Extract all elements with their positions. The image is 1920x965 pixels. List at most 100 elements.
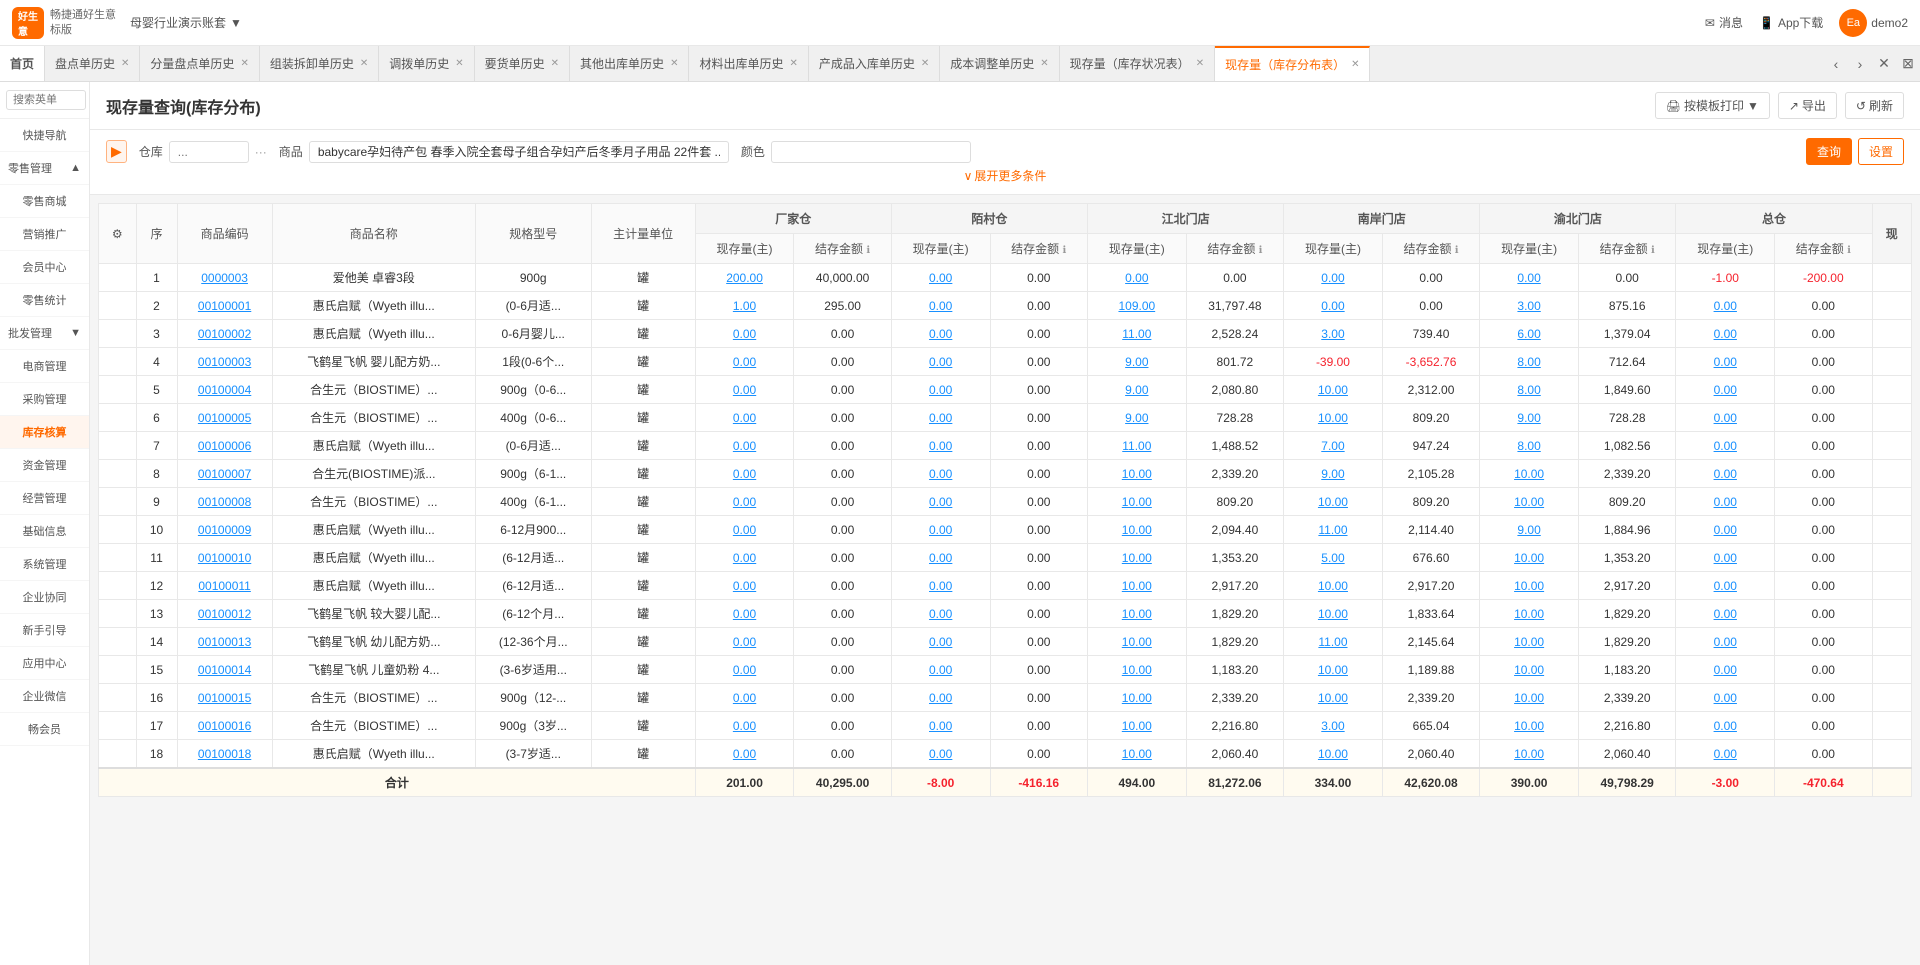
sidebar-item-lingshoushangheng[interactable]: 零售商城 <box>0 185 89 218</box>
sidebar-item-changhuiyuan[interactable]: 畅会员 <box>0 713 89 746</box>
table-row: 1500100014飞鹤星飞帆 儿童奶粉 4...(3-6岁适用...罐0.00… <box>99 656 1912 684</box>
tab-clsingle-close[interactable]: ✕ <box>789 58 797 69</box>
tab-cpsingle-close[interactable]: ✕ <box>921 58 929 69</box>
sidebar-item-caigou[interactable]: 采购管理 <box>0 383 89 416</box>
tab-cbsingle[interactable]: 成本调整单历史 ✕ <box>940 46 1059 82</box>
th-spec: 规格型号 <box>475 204 591 264</box>
logo-icon: 好生意 <box>12 7 44 39</box>
table-container[interactable]: ⚙ 序 商品编码 商品名称 规格型号 主计量单位 厂家仓 陌村仓 江北门店 南岸… <box>90 195 1920 965</box>
warehouse-more-icon[interactable]: ··· <box>255 145 267 159</box>
table-row: 400100003飞鹤星飞帆 婴儿配方奶...1段(0-6个...罐0.000.… <box>99 348 1912 376</box>
sidebar-item-xinshou[interactable]: 新手引导 <box>0 614 89 647</box>
tab-kccz-label: 现存量（库存状况表） <box>1070 55 1190 72</box>
message-btn[interactable]: ✉ 消息 <box>1705 14 1743 31</box>
jiangbei-info-icon[interactable]: ℹ <box>1259 245 1263 256</box>
expand-filter-btn[interactable]: ∨ 展开更多条件 <box>964 167 1047 184</box>
tab-pdsingle-close[interactable]: ✕ <box>121 58 129 69</box>
search-input[interactable] <box>6 90 86 110</box>
table-row: 10000003爱他美 卓睿3段900g罐200.0040,000.000.00… <box>99 264 1912 292</box>
tab-yhsingle[interactable]: 要货单历史 ✕ <box>475 46 570 82</box>
tab-cpsingle[interactable]: 产成品入库单历史 ✕ <box>809 46 940 82</box>
sidebar-item-jichu[interactable]: 基础信息 <box>0 515 89 548</box>
tab-zsingle[interactable]: 组装拆卸单历史 ✕ <box>260 46 379 82</box>
sidebar-item-yingyong[interactable]: 应用中心 <box>0 647 89 680</box>
top-right-actions: ✉ 消息 📱 App下载 Ea demo2 <box>1705 9 1908 37</box>
th-name: 商品名称 <box>272 204 475 264</box>
sidebar-item-lingshou[interactable]: 零售管理 ▲ <box>0 152 89 185</box>
app-download-btn[interactable]: 📱 App下载 <box>1759 14 1823 31</box>
tab-next-btn[interactable]: › <box>1848 46 1872 82</box>
tab-kcfb-close[interactable]: ✕ <box>1351 59 1359 70</box>
query-btn[interactable]: 查询 <box>1806 138 1852 165</box>
sidebar-item-xitong[interactable]: 系统管理 <box>0 548 89 581</box>
sidebar-search-area <box>0 82 89 119</box>
tab-yhsingle-close[interactable]: ✕ <box>551 58 559 69</box>
warehouse-input[interactable] <box>169 141 249 163</box>
tab-dysingle[interactable]: 调拨单历史 ✕ <box>379 46 474 82</box>
table-row: 500100004合生元（BIOSTIME）...900g（0-6...罐0.0… <box>99 376 1912 404</box>
user-avatar: Ea <box>1839 9 1867 37</box>
export-btn[interactable]: ↗ 导出 <box>1778 92 1837 119</box>
tab-fpdsingle-close[interactable]: ✕ <box>240 58 248 69</box>
sidebar-item-yingxiao[interactable]: 营销推广 <box>0 218 89 251</box>
sidebar-item-qiyewei[interactable]: 企业微信 <box>0 680 89 713</box>
table-row: 1000100009惠氏启赋（Wyeth illu...6-12月900...罐… <box>99 516 1912 544</box>
settings-btn[interactable]: 设置 <box>1858 138 1904 165</box>
tab-clsingle[interactable]: 材料出库单历史 ✕ <box>689 46 808 82</box>
th-yubei-amt: 结存金额 ℹ <box>1578 234 1676 264</box>
changjia-info-icon[interactable]: ℹ <box>866 245 870 256</box>
tab-home[interactable]: 首页 <box>0 46 45 82</box>
sidebar-item-qiye[interactable]: 企业协同 <box>0 581 89 614</box>
tab-dysingle-close[interactable]: ✕ <box>455 58 463 69</box>
tab-kccz[interactable]: 现存量（库存状况表） ✕ <box>1060 46 1215 82</box>
mucun-info-icon[interactable]: ℹ <box>1063 245 1067 256</box>
summary-mucun-qty: -8.00 <box>891 768 990 797</box>
color-input[interactable] <box>771 141 971 163</box>
summary-jiangbei-amt: 81,272.06 <box>1186 768 1284 797</box>
tab-prev-btn[interactable]: ‹ <box>1824 46 1848 82</box>
tab-close-current-btn[interactable]: ✕ <box>1872 46 1896 82</box>
table-row: 1100100010惠氏启赋（Wyeth illu...(6-12月适...罐0… <box>99 544 1912 572</box>
tab-zsingle-close[interactable]: ✕ <box>360 58 368 69</box>
yubei-info-icon[interactable]: ℹ <box>1651 245 1655 256</box>
th-zongcang-qty: 现存量(主) <box>1676 234 1775 264</box>
tab-cbsingle-close[interactable]: ✕ <box>1040 58 1048 69</box>
th-settings[interactable]: ⚙ <box>99 204 137 264</box>
zongcang-info-icon[interactable]: ℹ <box>1847 245 1851 256</box>
tab-qtsingle-close[interactable]: ✕ <box>670 58 678 69</box>
nanan-info-icon[interactable]: ℹ <box>1455 245 1459 256</box>
tab-cpsingle-label: 产成品入库单历史 <box>819 55 915 72</box>
th-mucun-qty: 现存量(主) <box>891 234 990 264</box>
tab-kcfb[interactable]: 现存量（库存分布表） ✕ <box>1215 46 1370 82</box>
table-row: 600100005合生元（BIOSTIME）...400g（0-6...罐0.0… <box>99 404 1912 432</box>
sidebar-item-huiyuan[interactable]: 会员中心 <box>0 251 89 284</box>
chevron-up-icon: ▲ <box>70 162 81 174</box>
tab-close-all-btn[interactable]: ⊠ <box>1896 46 1920 82</box>
sidebar-item-kuaijie[interactable]: 快捷导航 <box>0 119 89 152</box>
tab-pdsingle[interactable]: 盘点单历史 ✕ <box>45 46 140 82</box>
print-icon: 🖨 <box>1666 99 1681 113</box>
logo-text: 畅捷通好生意 标版 <box>50 8 116 37</box>
refresh-btn[interactable]: ↺ 刷新 <box>1845 92 1904 119</box>
sidebar-item-dianshang[interactable]: 电商管理 <box>0 350 89 383</box>
tab-qtsingle[interactable]: 其他出库单历史 ✕ <box>570 46 689 82</box>
sidebar-item-jingying[interactable]: 经营管理 <box>0 482 89 515</box>
goods-input[interactable] <box>309 141 729 163</box>
sidebar-item-kucun[interactable]: 库存核算 <box>0 416 89 449</box>
sidebar-item-zijin[interactable]: 资金管理 <box>0 449 89 482</box>
summary-mucun-amt: -416.16 <box>990 768 1088 797</box>
summary-zongcang-qty: -3.00 <box>1676 768 1775 797</box>
summary-xian <box>1872 768 1911 797</box>
print-btn[interactable]: 🖨 按模板打印 ▼ <box>1655 92 1770 119</box>
table-row: 300100002惠氏启赋（Wyeth illu...0-6月婴儿...罐0.0… <box>99 320 1912 348</box>
tab-fpdsingle[interactable]: 分量盘点单历史 ✕ <box>140 46 259 82</box>
data-table: ⚙ 序 商品编码 商品名称 规格型号 主计量单位 厂家仓 陌村仓 江北门店 南岸… <box>98 203 1912 797</box>
tab-kccz-close[interactable]: ✕ <box>1196 58 1204 69</box>
account-selector[interactable]: 母婴行业演示账套 ▼ <box>130 14 242 31</box>
warehouse-filter: 仓库 ··· <box>139 141 267 163</box>
sidebar-item-pifa[interactable]: 批发管理 ▼ <box>0 317 89 350</box>
user-avatar-btn[interactable]: Ea demo2 <box>1839 9 1908 37</box>
filter-toggle-btn[interactable]: ▶ <box>106 140 127 163</box>
sidebar-item-lingshoutj[interactable]: 零售统计 <box>0 284 89 317</box>
th-changjia-qty: 现存量(主) <box>695 234 794 264</box>
